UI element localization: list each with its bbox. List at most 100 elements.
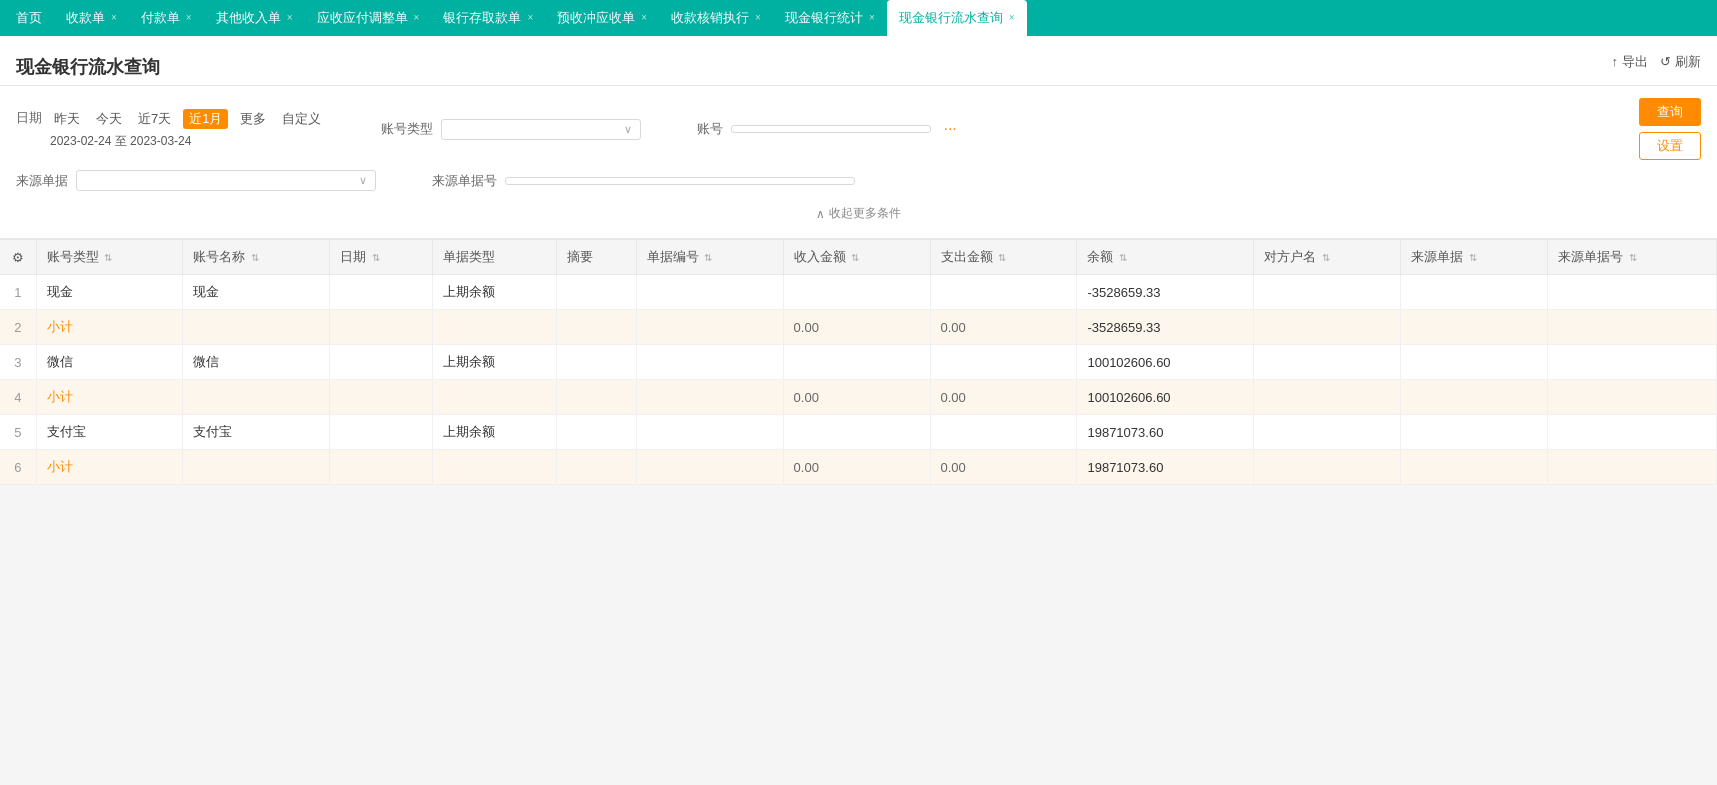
expense-cell: 0.00 [930,450,1077,485]
summary-cell [556,380,636,415]
account-type-select[interactable]: ∨ [441,119,641,140]
table-row[interactable]: 1现金现金上期余额-3528659.33 [0,275,1717,310]
nav-item-bank-stats[interactable]: 现金银行统计 × [773,0,887,36]
table-row[interactable]: 6小计0.000.0019871073.60 [0,450,1717,485]
page-title: 现金银行流水查询 [16,55,160,79]
nav-item-home[interactable]: 首页 [4,0,54,36]
date-filter: 日期 昨天 今天 近7天 近1月 更多 自定义 2023-02-24 至 202… [16,109,325,150]
date-more[interactable]: 更多 [236,109,270,129]
nav-item-payment[interactable]: 付款单 × [129,0,204,36]
th-source-doc-no[interactable]: 来源单据号 ⇅ [1547,240,1716,275]
sort-icon: ⇅ [1469,252,1477,263]
close-icon[interactable]: × [186,0,192,36]
query-button[interactable]: 查询 [1639,98,1701,126]
date-1month[interactable]: 近1月 [183,109,228,129]
doc-no-cell [636,415,783,450]
account-ellipsis-button[interactable]: ··· [939,120,960,138]
refresh-button[interactable]: ↺ 刷新 [1660,53,1701,71]
doc-no-cell [636,345,783,380]
account-label: 账号 [697,120,723,138]
date-options-col: 昨天 今天 近7天 近1月 更多 自定义 2023-02-24 至 2023-0… [50,109,325,150]
th-account-name[interactable]: 账号名称 ⇅ [183,240,330,275]
close-icon[interactable]: × [111,0,117,36]
nav-label-adjustment: 应收应付调整单 [317,0,408,36]
expense-cell: 0.00 [930,310,1077,345]
source-doc-no-input[interactable] [505,177,855,185]
table-row[interactable]: 5支付宝支付宝上期余额19871073.60 [0,415,1717,450]
th-settings[interactable]: ⚙ [0,240,36,275]
close-icon[interactable]: × [287,0,293,36]
counterparty-cell [1254,275,1401,310]
refresh-label: 刷新 [1675,53,1701,71]
th-balance[interactable]: 余额 ⇅ [1077,240,1254,275]
close-icon[interactable]: × [414,0,420,36]
account-filter: 账号 ··· [697,120,960,138]
th-doc-type-label: 单据类型 [443,249,495,264]
th-doc-no[interactable]: 单据编号 ⇅ [636,240,783,275]
date-cell [330,415,433,450]
sort-icon: ⇅ [251,252,259,263]
th-source-doc[interactable]: 来源单据 ⇅ [1401,240,1548,275]
source-doc-select[interactable]: ∨ [76,170,376,191]
date-yesterday[interactable]: 昨天 [50,109,84,129]
account-name-cell: 现金 [183,275,330,310]
nav-item-bank-flow[interactable]: 现金银行流水查询 × [887,0,1027,36]
nav-item-bank-deposit[interactable]: 银行存取款单 × [431,0,545,36]
table-row[interactable]: 4小计0.000.00100102606.60 [0,380,1717,415]
account-type-cell: 小计 [36,380,183,415]
th-income[interactable]: 收入金额 ⇅ [783,240,930,275]
th-doc-type[interactable]: 单据类型 [433,240,557,275]
sort-icon: ⇅ [704,252,712,263]
account-type-cell: 小计 [36,310,183,345]
nav-item-other-income[interactable]: 其他收入单 × [204,0,305,36]
filter-row-1: 日期 昨天 今天 近7天 近1月 更多 自定义 2023-02-24 至 202… [16,98,1701,160]
row-number: 3 [0,345,36,380]
th-counterparty[interactable]: 对方户名 ⇅ [1254,240,1401,275]
account-type-label: 账号类型 [381,120,433,138]
expense-cell: 0.00 [930,380,1077,415]
th-expense[interactable]: 支出金额 ⇅ [930,240,1077,275]
source-doc-no-filter: 来源单据号 [432,172,855,190]
source-doc-no-cell [1547,380,1716,415]
chevron-down-icon: ∨ [624,123,632,136]
close-icon[interactable]: × [869,0,875,36]
collapse-bar[interactable]: ∧ 收起更多条件 [16,201,1701,226]
summary-cell [556,345,636,380]
nav-item-prepayment[interactable]: 预收冲应收单 × [545,0,659,36]
date-today[interactable]: 今天 [92,109,126,129]
source-doc-no-cell [1547,415,1716,450]
close-icon[interactable]: × [527,0,533,36]
th-date[interactable]: 日期 ⇅ [330,240,433,275]
header-row: ⚙ 账号类型 ⇅ 账号名称 ⇅ 日期 ⇅ 单据类型 摘要 [0,240,1717,275]
date-custom[interactable]: 自定义 [278,109,325,129]
nav-item-receipt[interactable]: 收款单 × [54,0,129,36]
table-container: ⚙ 账号类型 ⇅ 账号名称 ⇅ 日期 ⇅ 单据类型 摘要 [0,239,1717,485]
close-icon[interactable]: × [1009,0,1015,36]
account-name-cell [183,450,330,485]
th-account-type[interactable]: 账号类型 ⇅ [36,240,183,275]
nav-item-collection[interactable]: 收款核销执行 × [659,0,773,36]
source-doc-label: 来源单据 [16,172,68,190]
top-navigation: 首页 收款单 × 付款单 × 其他收入单 × 应收应付调整单 × 银行存取款单 … [0,0,1717,36]
row-number: 2 [0,310,36,345]
source-doc-cell [1401,415,1548,450]
account-input[interactable] [731,125,931,133]
th-date-label: 日期 [340,249,366,264]
nav-item-adjustment[interactable]: 应收应付调整单 × [305,0,432,36]
th-summary[interactable]: 摘要 [556,240,636,275]
table-row[interactable]: 2小计0.000.00-3528659.33 [0,310,1717,345]
nav-label-bank-stats: 现金银行统计 [785,0,863,36]
close-icon[interactable]: × [755,0,761,36]
settings-button[interactable]: 设置 [1639,132,1701,160]
sort-icon: ⇅ [1322,252,1330,263]
date-7days[interactable]: 近7天 [134,109,175,129]
income-cell [783,275,930,310]
table-row[interactable]: 3微信微信上期余额100102606.60 [0,345,1717,380]
refresh-icon: ↺ [1660,54,1671,69]
close-icon[interactable]: × [641,0,647,36]
export-button[interactable]: ↑ 导出 [1612,53,1649,71]
filter-row-2: 来源单据 ∨ 来源单据号 [16,170,1701,191]
account-name-cell [183,380,330,415]
sort-icon: ⇅ [372,252,380,263]
th-doc-no-label: 单据编号 [647,249,699,264]
